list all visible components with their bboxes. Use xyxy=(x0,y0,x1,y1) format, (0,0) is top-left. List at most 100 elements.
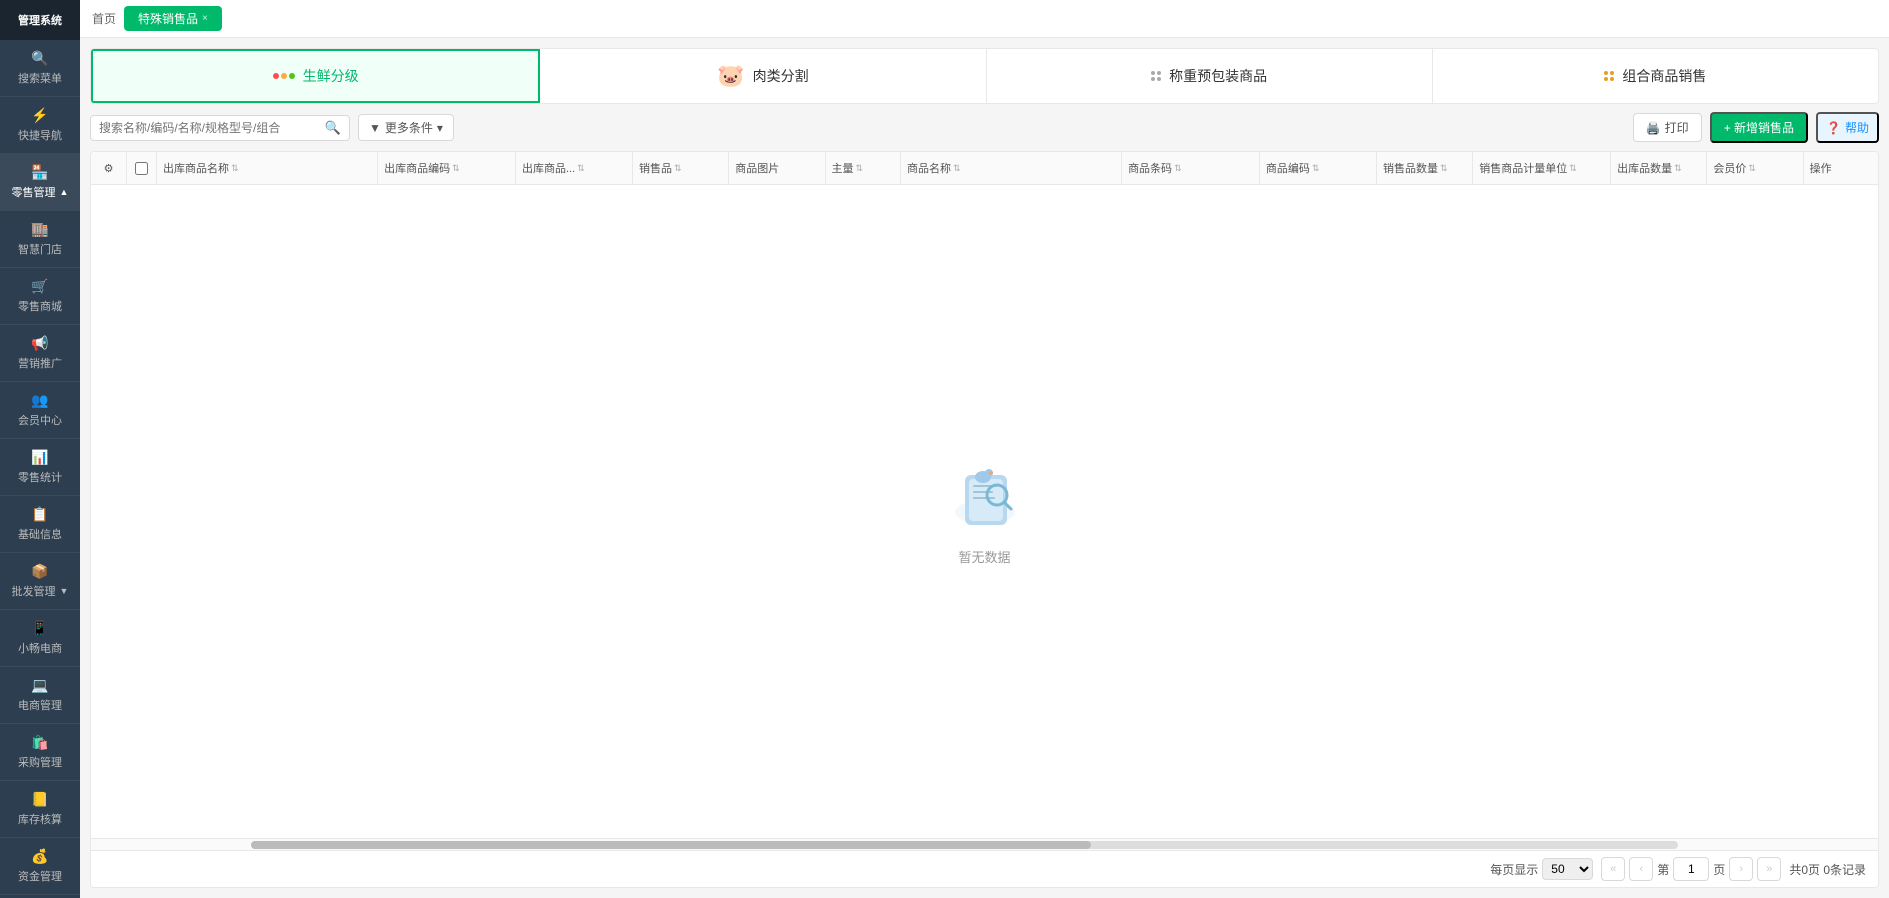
tab-combo-label: 组合商品销售 xyxy=(1622,66,1706,86)
tab-combo[interactable]: 组合商品销售 xyxy=(1433,49,1878,103)
first-page-button[interactable]: « xyxy=(1601,857,1625,881)
tab-weigh-prepack[interactable]: 称重预包装商品 xyxy=(987,49,1433,103)
help-button[interactable]: ❓ 帮助 xyxy=(1816,112,1879,143)
search-box[interactable]: 🔍 xyxy=(90,115,350,141)
th-img-label: 商品图片 xyxy=(735,160,779,176)
horizontal-scrollbar[interactable] xyxy=(91,838,1878,850)
scrollbar-thumb[interactable] xyxy=(251,841,1091,849)
sidebar-item-label: 批发管理 xyxy=(12,583,56,599)
settings-col-icon: ⚙ xyxy=(104,162,114,175)
active-tab-label: 特殊销售品 xyxy=(138,10,198,27)
table-body: 暂无数据 xyxy=(91,185,1878,838)
th-main-label: 主量 xyxy=(832,160,854,176)
empty-text: 暂无数据 xyxy=(958,547,1010,566)
add-label: + 新增销售品 xyxy=(1724,119,1794,136)
search-icon[interactable]: 🔍 xyxy=(325,120,341,136)
close-tab-icon[interactable]: × xyxy=(202,13,208,24)
toolbar-right: 🖨️ 打印 + 新增销售品 ❓ 帮助 xyxy=(1633,112,1879,143)
print-button[interactable]: 🖨️ 打印 xyxy=(1633,113,1702,142)
th-qty-label: 销售品数量 xyxy=(1383,160,1438,176)
last-page-button[interactable]: » xyxy=(1757,857,1781,881)
sidebar-item-search-menu[interactable]: 🔍 搜索菜单 xyxy=(0,40,80,97)
add-sale-button[interactable]: + 新增销售品 xyxy=(1710,112,1808,143)
basic-info-icon: 📋 xyxy=(31,506,48,523)
sidebar-item-marketing[interactable]: 📢 营销推广 xyxy=(0,325,80,382)
page-size-select[interactable]: 50 10 20 100 xyxy=(1542,858,1593,880)
th-scode-label: 商品编码 xyxy=(1266,160,1310,176)
active-tab[interactable]: 特殊销售品 × xyxy=(124,6,222,31)
sort-icon-main[interactable]: ⇅ xyxy=(856,164,864,173)
home-breadcrumb[interactable]: 首页 xyxy=(92,10,116,27)
sort-icon-outqty[interactable]: ⇅ xyxy=(1674,164,1682,173)
sort-icon-outcode[interactable]: ⇅ xyxy=(452,164,460,173)
filter-button[interactable]: ▼ 更多条件 ▾ xyxy=(358,114,454,141)
sidebar-item-retail-mgmt[interactable]: 🏪 零售管理 ▲ xyxy=(0,154,80,211)
retail-mgmt-icon: 🏪 xyxy=(31,164,48,181)
th-unit-label: 销售商品计量单位 xyxy=(1479,160,1567,176)
tab-meat-cut-label: 肉类分割 xyxy=(753,66,809,86)
mini-app-icon: 📱 xyxy=(31,620,48,637)
search-input[interactable] xyxy=(99,121,321,135)
sidebar-item-ecommerce[interactable]: 💻 电商管理 xyxy=(0,667,80,724)
top-navigation: 首页 特殊销售品 × xyxy=(80,0,1889,38)
sidebar-item-wholesale[interactable]: 📦 批发管理 ▼ xyxy=(0,553,80,610)
th-out-name: 出库商品名称 ⇅ xyxy=(157,152,378,184)
tab-fresh-grade-label: 生鲜分级 xyxy=(303,66,359,86)
th-unit: 销售商品计量单位 ⇅ xyxy=(1473,152,1611,184)
select-all-checkbox[interactable] xyxy=(135,162,148,175)
tab-meat-cut[interactable]: 🐷 肉类分割 xyxy=(540,49,986,103)
sidebar-item-mini-app[interactable]: 📱 小畅电商 xyxy=(0,610,80,667)
sidebar-item-label: 会员中心 xyxy=(18,412,62,428)
sidebar-item-purchase[interactable]: 🛍️ 采购管理 xyxy=(0,724,80,781)
sidebar-item-retail-mall[interactable]: 🛒 零售商城 xyxy=(0,268,80,325)
sort-icon-qty[interactable]: ⇅ xyxy=(1440,164,1448,173)
sidebar: 管理系统 🔍 搜索菜单 ⚡ 快捷导航 🏪 零售管理 ▲ 🏬 智慧门店 🛒 零售商… xyxy=(0,0,80,898)
quick-nav-icon: ⚡ xyxy=(31,107,48,124)
sort-icon-member-price[interactable]: ⇅ xyxy=(1748,164,1756,173)
sidebar-item-retail-stats[interactable]: 📊 零售统计 xyxy=(0,439,80,496)
th-checkbox[interactable] xyxy=(127,152,157,184)
page-navigation: « ‹ 第 页 › » xyxy=(1601,857,1781,881)
sidebar-item-smart-store[interactable]: 🏬 智慧门店 xyxy=(0,211,80,268)
sidebar-item-inventory[interactable]: 📒 库存核算 xyxy=(0,781,80,838)
tab-weigh-label: 称重预包装商品 xyxy=(1169,66,1267,86)
chevron-down-icon-wholesale: ▼ xyxy=(60,586,69,596)
inventory-icon: 📒 xyxy=(31,791,48,808)
sidebar-item-member-center[interactable]: 👥 会员中心 xyxy=(0,382,80,439)
filter-icon: ▼ xyxy=(369,121,381,135)
next-page-button[interactable]: › xyxy=(1729,857,1753,881)
sidebar-item-label: 基础信息 xyxy=(18,526,62,542)
th-settings[interactable]: ⚙ xyxy=(91,152,127,184)
sort-icon-sale[interactable]: ⇅ xyxy=(674,164,682,173)
th-barcode-label: 商品条码 xyxy=(1128,160,1172,176)
sort-icon-scode[interactable]: ⇅ xyxy=(1312,164,1320,173)
sort-icon-outspec[interactable]: ⇅ xyxy=(577,164,585,173)
sidebar-item-label: 零售商城 xyxy=(18,298,62,314)
sort-icon-name[interactable]: ⇅ xyxy=(953,164,961,173)
sort-icon-unit[interactable]: ⇅ xyxy=(1569,164,1577,173)
sidebar-item-quick-nav[interactable]: ⚡ 快捷导航 xyxy=(0,97,80,154)
tab-fresh-grade[interactable]: 生鲜分级 xyxy=(91,49,540,103)
sidebar-item-basic-info[interactable]: 📋 基础信息 xyxy=(0,496,80,553)
scrollbar-track xyxy=(251,841,1678,849)
sidebar-logo: 管理系统 xyxy=(0,0,80,40)
sidebar-item-capital[interactable]: 💰 资金管理 xyxy=(0,838,80,895)
page-number-input[interactable] xyxy=(1673,857,1709,881)
sort-icon-barcode[interactable]: ⇅ xyxy=(1174,164,1182,173)
sidebar-item-label: 采购管理 xyxy=(18,754,62,770)
page-content: 生鲜分级 🐷 肉类分割 称重预包装商品 组合商品 xyxy=(80,38,1889,898)
page-size-selector: 每页显示 50 10 20 100 xyxy=(1490,858,1593,880)
prev-page-button[interactable]: ‹ xyxy=(1629,857,1653,881)
smart-store-icon: 🏬 xyxy=(31,221,48,238)
main-content: 首页 特殊销售品 × 生鲜分级 🐷 肉类分割 xyxy=(80,0,1889,898)
page-suffix: 页 xyxy=(1713,861,1725,878)
toolbar: 🔍 ▼ 更多条件 ▾ 🖨️ 打印 + 新增销售品 ❓ 帮助 xyxy=(90,112,1879,143)
th-scode: 商品编码 ⇅ xyxy=(1260,152,1377,184)
th-out-spec-label: 出库商品... xyxy=(522,160,575,176)
filter-arrow-icon: ▾ xyxy=(437,121,443,135)
toolbar-left: 🔍 ▼ 更多条件 ▾ xyxy=(90,114,454,141)
filter-label: 更多条件 xyxy=(385,119,433,136)
marketing-icon: 📢 xyxy=(31,335,48,352)
sort-icon[interactable]: ⇅ xyxy=(231,164,239,173)
th-action: 操作 xyxy=(1804,152,1878,184)
